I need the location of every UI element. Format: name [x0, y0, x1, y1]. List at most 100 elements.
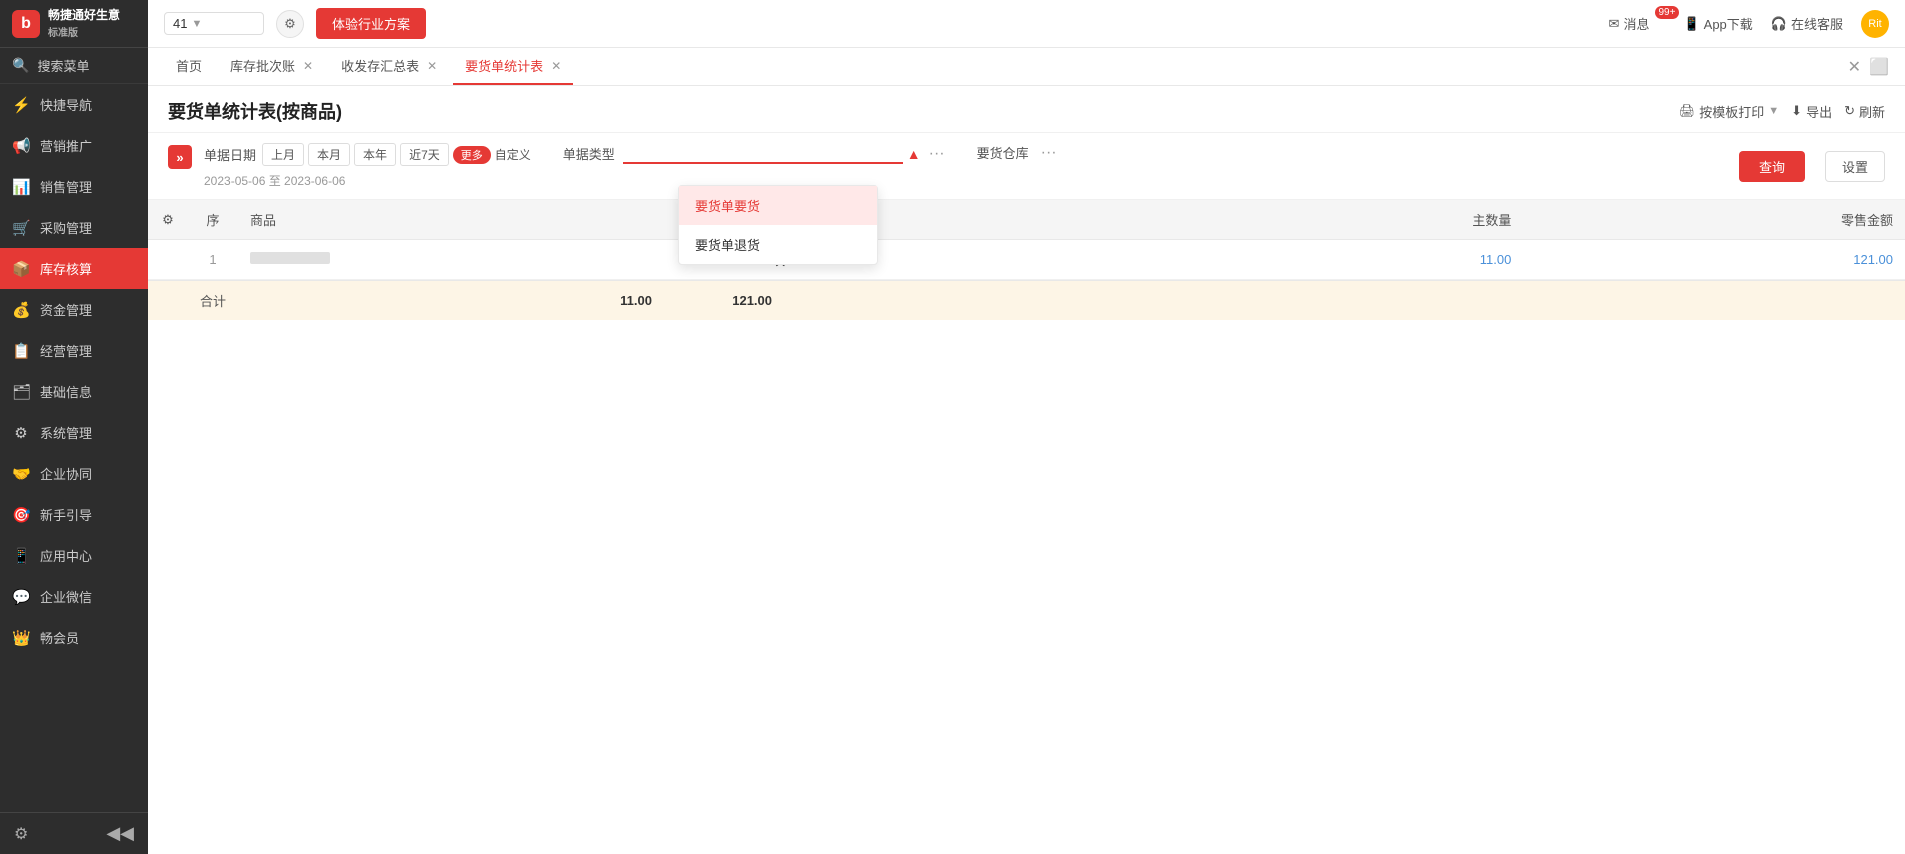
quick-nav-icon: ⚡ — [12, 96, 30, 114]
online-service-button[interactable]: 🎧 在线客服 — [1771, 14, 1843, 33]
sidebar-item-sales[interactable]: 📊 销售管理 — [0, 166, 148, 207]
sidebar-item-purchase[interactable]: 🛒 采购管理 — [0, 207, 148, 248]
this-year-btn[interactable]: 本年 — [354, 143, 396, 166]
footer-label: 合计 — [160, 291, 412, 310]
sidebar-search[interactable]: 🔍 搜索菜单 — [0, 48, 148, 84]
tab-label: 收发存汇总表 — [341, 56, 419, 75]
more-dates-btn[interactable]: 更多 — [453, 146, 491, 164]
sidebar-settings-icon[interactable]: ⚙ — [14, 824, 28, 844]
search-icon: 🔍 — [12, 57, 29, 74]
last-month-btn[interactable]: 上月 — [262, 143, 304, 166]
enterprise-icon: 🤝 — [12, 465, 30, 483]
messages-button[interactable]: ✉ 消息 99+ — [1609, 14, 1666, 33]
dropdown-item-demand-order[interactable]: 要货单要货 — [679, 186, 877, 225]
messages-label: 消息 — [1623, 14, 1649, 33]
sidebar-label: 新手引导 — [40, 505, 92, 524]
type-select-input[interactable] — [623, 143, 903, 164]
sidebar-label: 企业协同 — [40, 464, 92, 483]
print-button[interactable]: 🖨 按模板打印 ▼ — [1679, 102, 1779, 121]
col-gear[interactable]: ⚙ — [148, 200, 188, 240]
phone-icon: 📱 — [1683, 16, 1699, 32]
sidebar: b 畅捷通好生意 标准版 🔍 搜索菜单 ⚡ 快捷导航 📢 营销推广 📊 销售管理… — [0, 0, 148, 854]
tab-expand-icon[interactable]: ⬜ — [1869, 57, 1889, 77]
tab-close-icon[interactable]: ✕ — [551, 59, 561, 73]
sidebar-item-wechat[interactable]: 💬 企业微信 — [0, 576, 148, 617]
tab-close-icon[interactable]: ✕ — [303, 59, 313, 73]
headset-icon: 🎧 — [1771, 16, 1787, 32]
basics-icon: 🗂 — [12, 383, 30, 401]
sidebar-item-operations[interactable]: 📋 经营管理 — [0, 330, 148, 371]
table-header-row: ⚙ 序 商品 主计量单位 主数量 零售金额 — [148, 200, 1905, 240]
tab-label: 要货单统计表 — [465, 56, 543, 75]
top-header: 41 ▼ ⚙ 体验行业方案 ✉ 消息 99+ 📱 App下载 🎧 在线客服 Ri… — [148, 0, 1905, 48]
tab-home[interactable]: 首页 — [164, 49, 214, 85]
gear-icon: ⚙ — [284, 16, 296, 32]
sidebar-item-quick-nav[interactable]: ⚡ 快捷导航 — [0, 84, 148, 125]
query-button[interactable]: 查询 — [1739, 151, 1805, 182]
sales-icon: 📊 — [12, 178, 30, 196]
filter-expand-button[interactable]: » — [168, 145, 192, 169]
header-gear-button[interactable]: ⚙ — [276, 10, 304, 38]
app-download-label: App下载 — [1704, 14, 1753, 33]
sidebar-item-member[interactable]: 👑 畅会员 — [0, 617, 148, 658]
type-more-dots-icon[interactable]: ··· — [929, 145, 945, 163]
warehouse-more-dots-icon[interactable]: ··· — [1041, 144, 1057, 162]
this-month-btn[interactable]: 本月 — [308, 143, 350, 166]
selector-chevron-icon: ▼ — [191, 18, 202, 30]
app-name: 畅捷通好生意 — [48, 8, 120, 24]
settings-button[interactable]: 设置 — [1825, 151, 1885, 182]
col-no: 序 — [188, 200, 238, 240]
sidebar-label: 经营管理 — [40, 341, 92, 360]
refresh-button[interactable]: ↻ 刷新 — [1844, 102, 1885, 121]
sidebar-label: 采购管理 — [40, 218, 92, 237]
tab-close-icon[interactable]: ✕ — [427, 59, 437, 73]
product-placeholder — [250, 252, 330, 264]
online-service-label: 在线客服 — [1791, 14, 1843, 33]
sidebar-label: 应用中心 — [40, 546, 92, 565]
user-avatar[interactable]: Rit — [1861, 10, 1889, 38]
sidebar-item-apps[interactable]: 📱 应用中心 — [0, 535, 148, 576]
tab-label: 库存批次账 — [230, 56, 295, 75]
page-content: 要货单统计表(按商品) 🖨 按模板打印 ▼ ⬇ 导出 ↻ 刷新 — [148, 86, 1905, 854]
sidebar-item-marketing[interactable]: 📢 营销推广 — [0, 125, 148, 166]
export-button[interactable]: ⬇ 导出 — [1791, 102, 1832, 121]
tab-receive-summary[interactable]: 收发存汇总表 ✕ — [329, 49, 449, 85]
custom-date-label[interactable]: 自定义 — [495, 146, 531, 163]
messages-badge: 99+ — [1655, 6, 1680, 19]
last-7-days-btn[interactable]: 近7天 — [400, 143, 449, 166]
tab-demand-stats[interactable]: 要货单统计表 ✕ — [453, 49, 573, 85]
type-select-chevron-icon[interactable]: ▲ — [907, 146, 921, 162]
sidebar-item-system[interactable]: ⚙ 系统管理 — [0, 412, 148, 453]
tab-inventory-batch[interactable]: 库存批次账 ✕ — [218, 49, 325, 85]
company-selector[interactable]: 41 ▼ — [164, 12, 264, 35]
warehouse-filter-group: 要货仓库 ··· — [977, 143, 1057, 162]
sidebar-collapse-button[interactable]: ◀◀ — [106, 823, 134, 844]
print-chevron-icon: ▼ — [1768, 105, 1779, 117]
finance-icon: 💰 — [12, 301, 30, 319]
message-icon: ✉ — [1609, 16, 1620, 32]
dropdown-item-demand-return[interactable]: 要货单退货 — [679, 225, 877, 264]
logo-icon: b — [12, 10, 40, 38]
member-icon: 👑 — [12, 629, 30, 647]
sidebar-item-basics[interactable]: 🗂 基础信息 — [0, 371, 148, 412]
trial-button[interactable]: 体验行业方案 — [316, 8, 426, 39]
company-value: 41 — [173, 16, 187, 31]
date-filter-group: 单据日期 上月 本月 本年 近7天 更多 自定义 2023-05-06 至 20… — [204, 143, 531, 189]
wechat-icon: 💬 — [12, 588, 30, 606]
page-inner: 要货单统计表(按商品) 🖨 按模板打印 ▼ ⬇ 导出 ↻ 刷新 — [148, 86, 1905, 854]
row-no: 1 — [188, 240, 238, 280]
warehouse-label: 要货仓库 — [977, 143, 1029, 162]
table-container: ⚙ 序 商品 主计量单位 主数量 零售金额 1 — [148, 200, 1905, 280]
sidebar-item-finance[interactable]: 💰 资金管理 — [0, 289, 148, 330]
tab-close-all-icon[interactable]: ✕ — [1848, 57, 1861, 77]
app-download-button[interactable]: 📱 App下载 — [1683, 14, 1752, 33]
sidebar-item-guide[interactable]: 🎯 新手引导 — [0, 494, 148, 535]
app-version: 标准版 — [48, 24, 120, 39]
date-range-display: 2023-05-06 至 2023-06-06 — [204, 172, 531, 189]
marketing-icon: 📢 — [12, 137, 30, 155]
table-footer: 合计 11.00 121.00 — [148, 280, 1905, 320]
sidebar-item-enterprise[interactable]: 🤝 企业协同 — [0, 453, 148, 494]
type-select-container: ▲ ··· — [623, 143, 945, 164]
sidebar-item-inventory[interactable]: 📦 库存核算 — [0, 248, 148, 289]
app-logo: b 畅捷通好生意 标准版 — [0, 0, 148, 48]
